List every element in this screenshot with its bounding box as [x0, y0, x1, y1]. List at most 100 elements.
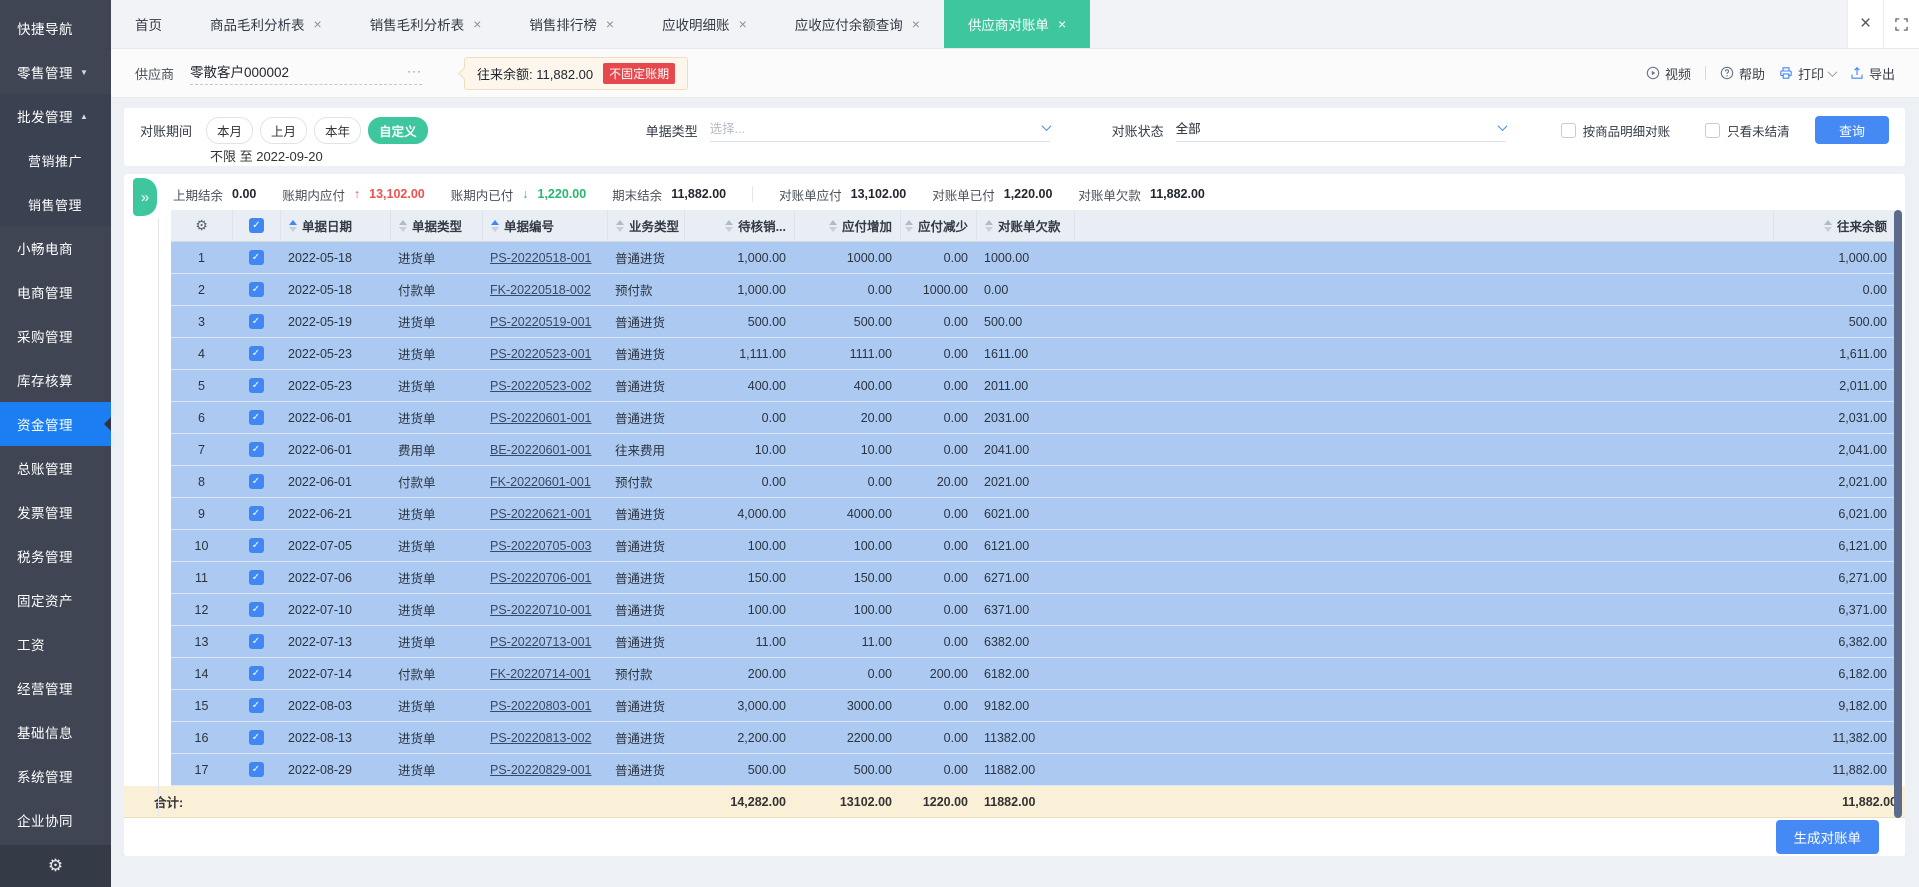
column-header-3[interactable]: 单据编号	[482, 210, 607, 241]
row-checkbox[interactable]: ✓	[232, 410, 280, 425]
doc-no-link[interactable]: FK-20220714-001	[490, 667, 591, 681]
doc-no-link[interactable]: PS-20220523-001	[490, 347, 591, 361]
row-checkbox[interactable]: ✓	[232, 634, 280, 649]
column-settings-gear-icon[interactable]: ⚙	[171, 210, 232, 241]
sidebar-settings-button[interactable]: ⚙	[0, 845, 111, 887]
supplier-field[interactable]: 零散客户000002 ···	[190, 61, 423, 85]
row-checkbox[interactable]: ✓	[232, 666, 280, 681]
row-checkbox[interactable]: ✓	[232, 474, 280, 489]
doc-no-link[interactable]: PS-20220829-001	[490, 763, 591, 777]
period-pill-2[interactable]: 上月	[260, 116, 308, 144]
sidebar-item-11[interactable]: 总账管理	[0, 446, 111, 490]
search-button[interactable]: 查询	[1815, 116, 1889, 144]
sort-icon[interactable]	[828, 219, 837, 232]
sidebar-item-8[interactable]: 采购管理	[0, 314, 111, 358]
select-all-checkbox[interactable]: ✓	[232, 210, 280, 241]
sort-icon[interactable]	[904, 219, 913, 232]
tab-6[interactable]: 应收应付余额查询 ×	[771, 0, 944, 48]
sidebar-item-9[interactable]: 库存核算	[0, 358, 111, 402]
table-row[interactable]: 14 ✓ 2022-07-14 付款单 FK-20220714-001 预付款 200.00…	[171, 658, 1895, 690]
close-icon[interactable]: ×	[314, 16, 322, 32]
sidebar-item-17[interactable]: 基础信息	[0, 710, 111, 754]
period-pill-1[interactable]: 本月	[206, 116, 254, 144]
close-icon[interactable]: ×	[606, 16, 614, 32]
row-checkbox[interactable]: ✓	[232, 250, 280, 265]
tab-3[interactable]: 销售毛利分析表 ×	[346, 0, 506, 48]
row-checkbox[interactable]: ✓	[232, 442, 280, 457]
window-fullscreen-button[interactable]	[1883, 0, 1919, 48]
sort-icon[interactable]	[1823, 219, 1832, 232]
doc-no-link[interactable]: PS-20220523-002	[490, 379, 591, 393]
sidebar-item-15[interactable]: 工资	[0, 622, 111, 666]
row-checkbox[interactable]: ✓	[232, 314, 280, 329]
doc-no-link[interactable]: PS-20220519-001	[490, 315, 591, 329]
table-row[interactable]: 15 ✓ 2022-08-03 进货单 PS-20220803-001 普通进货 3,000…	[171, 690, 1895, 722]
column-header-9[interactable]: 往来余额	[1773, 210, 1895, 241]
column-header-2[interactable]: 单据类型	[390, 210, 482, 241]
table-row[interactable]: 5 ✓ 2022-05-23 进货单 PS-20220523-002 普通进货 400.00…	[171, 370, 1895, 402]
sidebar-item-5[interactable]: 销售管理	[0, 182, 111, 226]
row-checkbox[interactable]: ✓	[232, 570, 280, 585]
row-checkbox[interactable]: ✓	[232, 506, 280, 521]
close-icon[interactable]: ×	[739, 16, 747, 32]
row-checkbox[interactable]: ✓	[232, 538, 280, 553]
sidebar-item-18[interactable]: 系统管理	[0, 754, 111, 798]
tab-2[interactable]: 商品毛利分析表 ×	[186, 0, 346, 48]
doc-no-link[interactable]: FK-20220518-002	[490, 283, 591, 297]
row-checkbox[interactable]: ✓	[232, 378, 280, 393]
row-checkbox[interactable]: ✓	[232, 698, 280, 713]
action-export[interactable]: 导出	[1850, 64, 1895, 83]
sort-icon[interactable]	[289, 219, 297, 232]
row-checkbox[interactable]: ✓	[232, 730, 280, 745]
sort-icon[interactable]	[491, 219, 499, 232]
sidebar-item-16[interactable]: 经营管理	[0, 666, 111, 710]
period-pill-4[interactable]: 自定义	[368, 116, 428, 144]
window-close-button[interactable]: ×	[1847, 0, 1883, 48]
row-checkbox[interactable]: ✓	[232, 762, 280, 777]
table-row[interactable]: 1 ✓ 2022-05-18 进货单 PS-20220518-001 普通进货 1,000.…	[171, 242, 1895, 274]
doc-no-link[interactable]: PS-20220706-001	[490, 571, 591, 585]
column-header-6[interactable]: 应付增加	[794, 210, 900, 241]
ellipsis-icon[interactable]: ···	[407, 64, 422, 78]
doc-no-link[interactable]: PS-20220601-001	[490, 411, 591, 425]
unsettled-checkbox[interactable]: 只看未结清	[1705, 121, 1790, 140]
table-row[interactable]: 16 ✓ 2022-08-13 进货单 PS-20220813-002 普通进货 2,200…	[171, 722, 1895, 754]
table-row[interactable]: 12 ✓ 2022-07-10 进货单 PS-20220710-001 普通进货 100.0…	[171, 594, 1895, 626]
sidebar-item-10[interactable]: 资金管理	[0, 402, 111, 446]
scrollbar-thumb[interactable]	[1894, 210, 1902, 818]
sort-icon[interactable]	[399, 219, 407, 232]
sidebar-item-14[interactable]: 固定资产	[0, 578, 111, 622]
table-row[interactable]: 6 ✓ 2022-06-01 进货单 PS-20220601-001 普通进货 0.00 20…	[171, 402, 1895, 434]
generate-statement-button[interactable]: 生成对账单	[1775, 820, 1879, 854]
table-row[interactable]: 4 ✓ 2022-05-23 进货单 PS-20220523-001 普通进货 1,111.…	[171, 338, 1895, 370]
doc-type-select[interactable]: 选择...	[709, 118, 1052, 142]
table-row[interactable]: 11 ✓ 2022-07-06 进货单 PS-20220706-001 普通进货 150.0…	[171, 562, 1895, 594]
sidebar-item-4[interactable]: 营销推广	[0, 138, 111, 182]
sort-icon[interactable]	[616, 219, 624, 232]
tab-1[interactable]: 首页	[111, 0, 186, 48]
column-header-7[interactable]: 应付减少	[900, 210, 976, 241]
table-row[interactable]: 10 ✓ 2022-07-05 进货单 PS-20220705-003 普通进货 100.0…	[171, 530, 1895, 562]
sidebar-item-12[interactable]: 发票管理	[0, 490, 111, 534]
period-range[interactable]: 不限 至 2022-09-20	[140, 146, 1889, 165]
sidebar-item-7[interactable]: 电商管理	[0, 270, 111, 314]
column-header-4[interactable]: 业务类型	[607, 210, 684, 241]
column-header-1[interactable]: 单据日期	[280, 210, 390, 241]
column-header-5[interactable]: 待核销...	[684, 210, 794, 241]
row-checkbox[interactable]: ✓	[232, 346, 280, 361]
doc-no-link[interactable]: FK-20220601-001	[490, 475, 591, 489]
close-icon[interactable]: ×	[912, 16, 920, 32]
table-scrollbar[interactable]	[1894, 210, 1902, 818]
table-row[interactable]: 13 ✓ 2022-07-13 进货单 PS-20220713-001 普通进货 11.00…	[171, 626, 1895, 658]
doc-no-link[interactable]: PS-20220803-001	[490, 699, 591, 713]
table-row[interactable]: 17 ✓ 2022-08-29 进货单 PS-20220829-001 普通进货 500.0…	[171, 754, 1895, 786]
sidebar-item-3[interactable]: 批发管理 ▲	[0, 94, 111, 138]
expand-panel-button[interactable]: »	[133, 178, 157, 216]
row-checkbox[interactable]: ✓	[232, 282, 280, 297]
sidebar-item-1[interactable]: 快捷导航	[0, 6, 111, 50]
column-header-8[interactable]: 对账单欠款	[976, 210, 1074, 241]
doc-no-link[interactable]: PS-20220621-001	[490, 507, 591, 521]
tab-7[interactable]: 供应商对账单 ×	[943, 0, 1091, 48]
sort-icon[interactable]	[725, 219, 734, 232]
sidebar-item-2[interactable]: 零售管理 ▼	[0, 50, 111, 94]
